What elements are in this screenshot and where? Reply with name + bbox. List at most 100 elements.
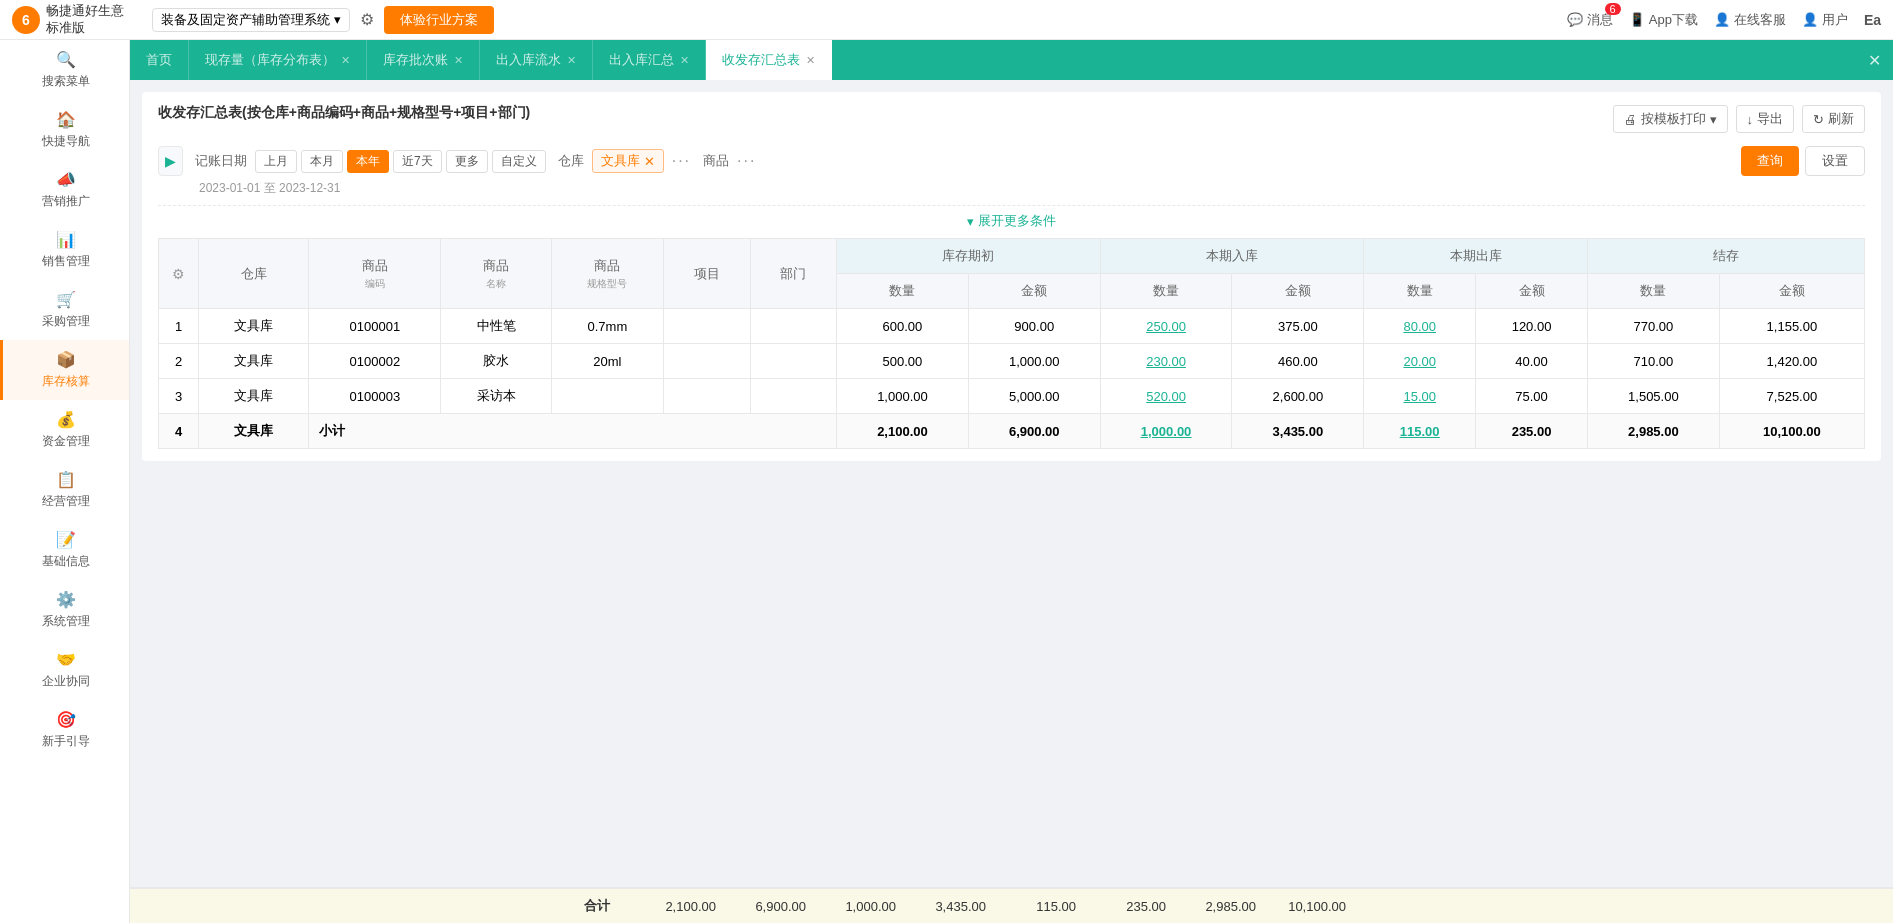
query-button[interactable]: 查询 [1741,146,1799,176]
user-item[interactable]: 👤 用户 [1802,11,1848,29]
sidebar-item-basic-info[interactable]: 📝 基础信息 [0,520,129,580]
total-in-amt: 3,435.00 [896,899,986,914]
tabs-close-all[interactable]: ✕ [1856,51,1893,70]
experience-button[interactable]: 体验行业方案 [384,6,494,34]
sidebar-item-finance[interactable]: 💰 资金管理 [0,400,129,460]
logo-area: 6 畅捷通好生意 标准版 [12,3,142,37]
date-btn-this-month[interactable]: 本月 [301,150,343,173]
row-out-qty[interactable]: 80.00 [1364,309,1476,344]
warehouse-tag-text: 文具库 [601,152,640,170]
app-download-item[interactable]: 📱 App下载 [1629,11,1698,29]
logo-icon: 6 [12,6,40,34]
refresh-label: 刷新 [1828,110,1854,128]
project-col-header: 项目 [664,239,751,309]
init-amt-header: 金额 [968,274,1100,309]
sidebar-item-inventory[interactable]: 📦 库存核算 [0,340,129,400]
sidebar-item-enterprise[interactable]: 🤝 企业协同 [0,640,129,700]
print-icon: 🖨 [1624,112,1637,127]
total-in-qty: 1,000.00 [806,899,896,914]
goods-filter-section: 商品 ··· [703,152,756,170]
row-bal-qty: 1,505.00 [1587,379,1719,414]
sidebar-item-system[interactable]: ⚙️ 系统管理 [0,580,129,640]
warehouse-tag-close[interactable]: ✕ [644,154,655,169]
app-download-label: App下载 [1649,11,1698,29]
subtotal-index: 4 [159,414,199,449]
settings-button[interactable]: 设置 [1805,146,1865,176]
row-out-qty[interactable]: 20.00 [1364,344,1476,379]
tab-home[interactable]: 首页 [130,40,189,80]
row-code: 0100002 [309,344,441,379]
row-code: 0100001 [309,309,441,344]
sidebar-item-sales[interactable]: 📊 销售管理 [0,220,129,280]
warehouse-col-header: 仓库 [199,239,309,309]
row-out-qty[interactable]: 15.00 [1364,379,1476,414]
date-btn-more[interactable]: 更多 [446,150,488,173]
sidebar-item-search[interactable]: 🔍 搜索菜单 [0,40,129,100]
out-amt-header: 金额 [1476,274,1588,309]
sidebar-item-marketing[interactable]: 📣 营销推广 [0,160,129,220]
home-icon: 🏠 [56,110,76,129]
sidebar-item-purchase[interactable]: 🛒 采购管理 [0,280,129,340]
tab-receive-send-summary-close[interactable]: ✕ [806,54,815,67]
online-service-item[interactable]: 👤 在线客服 [1714,11,1786,29]
sales-icon: 📊 [56,230,76,249]
row-init-qty: 600.00 [837,309,969,344]
expand-more-button[interactable]: ▾ 展开更多条件 [967,212,1056,230]
column-settings-icon[interactable]: ⚙ [172,266,185,282]
tab-inout-summary[interactable]: 出入库汇总 ✕ [593,40,706,80]
message-item[interactable]: 💬 消息 6 [1567,11,1613,29]
sidebar-item-quick-nav[interactable]: 🏠 快捷导航 [0,100,129,160]
tab-batch-label: 库存批次账 [383,51,448,69]
row-project [664,309,751,344]
name-col-header: 商品名称 [441,239,551,309]
date-btn-custom[interactable]: 自定义 [492,150,546,173]
content-area: 首页 现存量（库存分布表） ✕ 库存批次账 ✕ 出入库流水 ✕ 出入库汇总 ✕ … [130,40,1893,923]
row-project [664,344,751,379]
print-dropdown-icon: ▾ [1710,112,1717,127]
sidebar-label-finance: 资金管理 [42,433,90,450]
sidebar-label-purchase: 采购管理 [42,313,90,330]
print-template-button[interactable]: 🖨 按模板打印 ▾ [1613,105,1728,133]
row-init-qty: 1,000.00 [837,379,969,414]
message-icon: 💬 [1567,12,1583,27]
date-btn-7days[interactable]: 近7天 [393,150,442,173]
footer-bar: 合计 2,100.00 6,900.00 1,000.00 3,435.00 1… [130,887,1893,923]
date-btn-last-month[interactable]: 上月 [255,150,297,173]
date-range-row: 2023-01-01 至 2023-12-31 [195,180,1865,197]
subtotal-in-qty[interactable]: 1,000.00 [1100,414,1232,449]
bal-amt-header: 金额 [1719,274,1864,309]
row-in-qty[interactable]: 230.00 [1100,344,1232,379]
tab-inout-summary-close[interactable]: ✕ [680,54,689,67]
row-index: 1 [159,309,199,344]
goods-more-dots[interactable]: ··· [737,152,756,170]
logo-text: 畅捷通好生意 标准版 [46,3,124,37]
tab-batch[interactable]: 库存批次账 ✕ [367,40,480,80]
tab-receive-send-summary[interactable]: 收发存汇总表 ✕ [706,40,832,80]
filter-expand-toggle[interactable]: ▶ [158,146,183,176]
subtotal-out-qty[interactable]: 115.00 [1364,414,1476,449]
tab-batch-close[interactable]: ✕ [454,54,463,67]
warehouse-more-dots[interactable]: ··· [672,152,691,170]
row-in-qty[interactable]: 250.00 [1100,309,1232,344]
tab-inout-flow-label: 出入库流水 [496,51,561,69]
refresh-button[interactable]: ↻ 刷新 [1802,105,1865,133]
system-selector[interactable]: 装备及固定资产辅助管理系统 ▾ [152,8,350,32]
tab-inventory-dist[interactable]: 现存量（库存分布表） ✕ [189,40,367,80]
tab-inventory-dist-close[interactable]: ✕ [341,54,350,67]
row-init-amt: 900.00 [968,309,1100,344]
settings-col-header: ⚙ [159,239,199,309]
sidebar-item-guide[interactable]: 🎯 新手引导 [0,700,129,760]
settings-icon[interactable]: ⚙ [360,10,374,29]
tab-inout-flow-close[interactable]: ✕ [567,54,576,67]
row-in-qty[interactable]: 520.00 [1100,379,1232,414]
export-button[interactable]: ↓ 导出 [1736,105,1795,133]
sidebar-label-guide: 新手引导 [42,733,90,750]
row-dept [750,309,837,344]
expand-icon: ▾ [967,214,974,229]
sidebar-item-operations[interactable]: 📋 经营管理 [0,460,129,520]
total-label: 合计 [146,897,626,915]
tab-home-label: 首页 [146,51,172,69]
dropdown-icon: ▾ [334,12,341,27]
date-btn-this-year[interactable]: 本年 [347,150,389,173]
tab-inout-flow[interactable]: 出入库流水 ✕ [480,40,593,80]
